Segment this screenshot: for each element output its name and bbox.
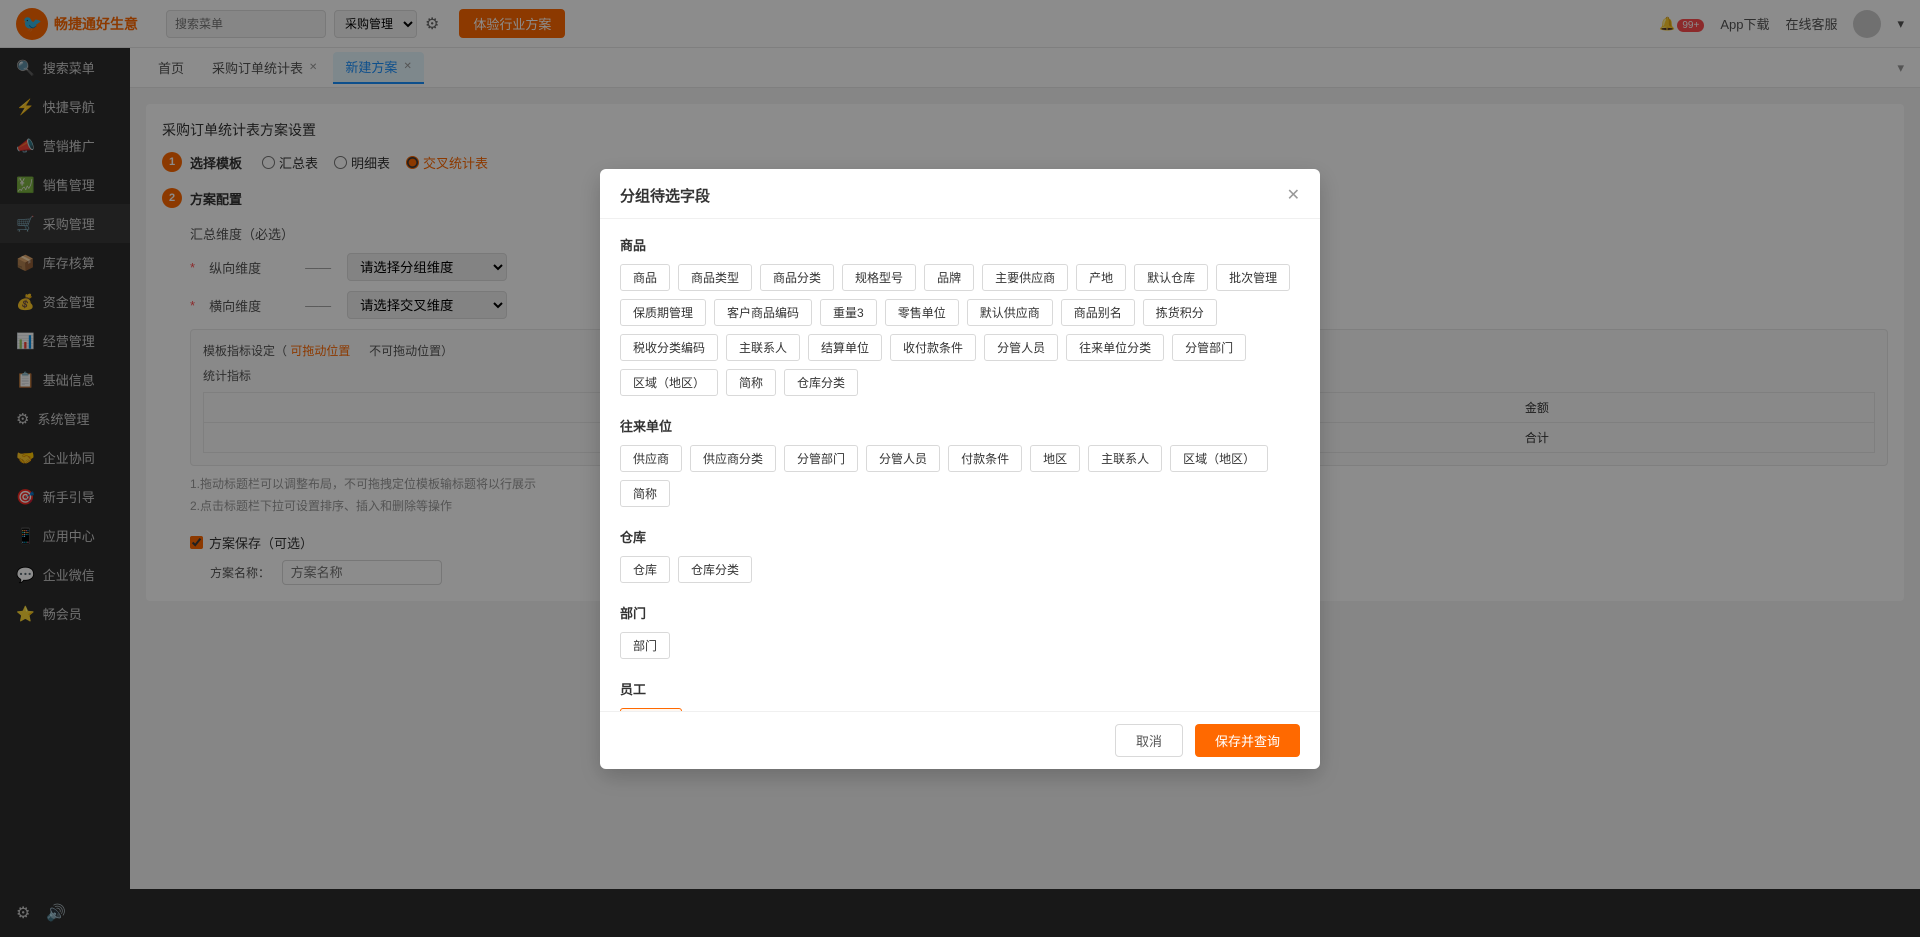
field-tag[interactable]: 简称	[726, 369, 776, 396]
section-employee-title: 员工	[620, 679, 1300, 698]
field-tag[interactable]: 主联系人	[726, 334, 800, 361]
section-department-tags: 部门	[620, 632, 1300, 659]
field-tag[interactable]: 分管部门	[1172, 334, 1246, 361]
modal-body: 商品 商品 商品类型 商品分类 规格型号 品牌 主要供应商 产地 默认仓库 批次…	[600, 219, 1320, 711]
section-partner-tags: 供应商 供应商分类 分管部门 分管人员 付款条件 地区 主联系人 区域（地区） …	[620, 445, 1300, 507]
field-tag[interactable]: 仓库分类	[678, 556, 752, 583]
field-tag[interactable]: 部门	[620, 632, 670, 659]
field-tag[interactable]: 简称	[620, 480, 670, 507]
field-tag[interactable]: 品牌	[924, 264, 974, 291]
field-tag[interactable]: 批次管理	[1216, 264, 1290, 291]
section-goods-tags: 商品 商品类型 商品分类 规格型号 品牌 主要供应商 产地 默认仓库 批次管理 …	[620, 264, 1300, 396]
field-tag[interactable]: 仓库分类	[784, 369, 858, 396]
section-partner-title: 往来单位	[620, 416, 1300, 435]
field-tag[interactable]: 分管人员	[866, 445, 940, 472]
section-goods-title: 商品	[620, 235, 1300, 254]
section-goods: 商品 商品 商品类型 商品分类 规格型号 品牌 主要供应商 产地 默认仓库 批次…	[620, 235, 1300, 396]
section-partner: 往来单位 供应商 供应商分类 分管部门 分管人员 付款条件 地区 主联系人 区域…	[620, 416, 1300, 507]
section-warehouse: 仓库 仓库 仓库分类	[620, 527, 1300, 583]
field-selection-modal: 分组待选字段 ✕ 商品 商品 商品类型 商品分类 规格型号 品牌 主要供应商 产…	[600, 169, 1320, 769]
field-tag[interactable]: 分管部门	[784, 445, 858, 472]
modal-title: 分组待选字段	[620, 185, 710, 206]
field-tag[interactable]: 仓库	[620, 556, 670, 583]
section-employee: 员工 业务员	[620, 679, 1300, 711]
field-tag[interactable]: 主联系人	[1088, 445, 1162, 472]
field-tag[interactable]: 主要供应商	[982, 264, 1068, 291]
field-tag[interactable]: 默认供应商	[967, 299, 1053, 326]
field-tag[interactable]: 地区	[1030, 445, 1080, 472]
field-tag[interactable]: 供应商	[620, 445, 682, 472]
field-tag[interactable]: 分管人员	[984, 334, 1058, 361]
field-tag[interactable]: 保质期管理	[620, 299, 706, 326]
modal-footer: 取消 保存并查询	[600, 711, 1320, 769]
field-tag[interactable]: 往来单位分类	[1066, 334, 1164, 361]
field-tag[interactable]: 拣货积分	[1143, 299, 1217, 326]
field-tag[interactable]: 商品分类	[760, 264, 834, 291]
field-tag[interactable]: 重量3	[820, 299, 877, 326]
field-tag[interactable]: 零售单位	[885, 299, 959, 326]
field-tag[interactable]: 客户商品编码	[714, 299, 812, 326]
section-warehouse-tags: 仓库 仓库分类	[620, 556, 1300, 583]
confirm-button[interactable]: 保存并查询	[1195, 724, 1300, 757]
section-department-title: 部门	[620, 603, 1300, 622]
field-tag[interactable]: 收付款条件	[890, 334, 976, 361]
field-tag[interactable]: 税收分类编码	[620, 334, 718, 361]
field-tag[interactable]: 供应商分类	[690, 445, 776, 472]
field-tag[interactable]: 区域（地区）	[1170, 445, 1268, 472]
section-department: 部门 部门	[620, 603, 1300, 659]
modal-overlay: 分组待选字段 ✕ 商品 商品 商品类型 商品分类 规格型号 品牌 主要供应商 产…	[0, 0, 1920, 937]
field-tag[interactable]: 结算单位	[808, 334, 882, 361]
field-tag[interactable]: 商品	[620, 264, 670, 291]
section-warehouse-title: 仓库	[620, 527, 1300, 546]
cancel-button[interactable]: 取消	[1115, 724, 1183, 757]
modal-header: 分组待选字段 ✕	[600, 169, 1320, 219]
field-tag[interactable]: 商品类型	[678, 264, 752, 291]
field-tag[interactable]: 商品别名	[1061, 299, 1135, 326]
field-tag[interactable]: 默认仓库	[1134, 264, 1208, 291]
field-tag[interactable]: 付款条件	[948, 445, 1022, 472]
field-tag[interactable]: 规格型号	[842, 264, 916, 291]
field-tag[interactable]: 区域（地区）	[620, 369, 718, 396]
field-tag[interactable]: 产地	[1076, 264, 1126, 291]
modal-close-button[interactable]: ✕	[1287, 185, 1300, 205]
